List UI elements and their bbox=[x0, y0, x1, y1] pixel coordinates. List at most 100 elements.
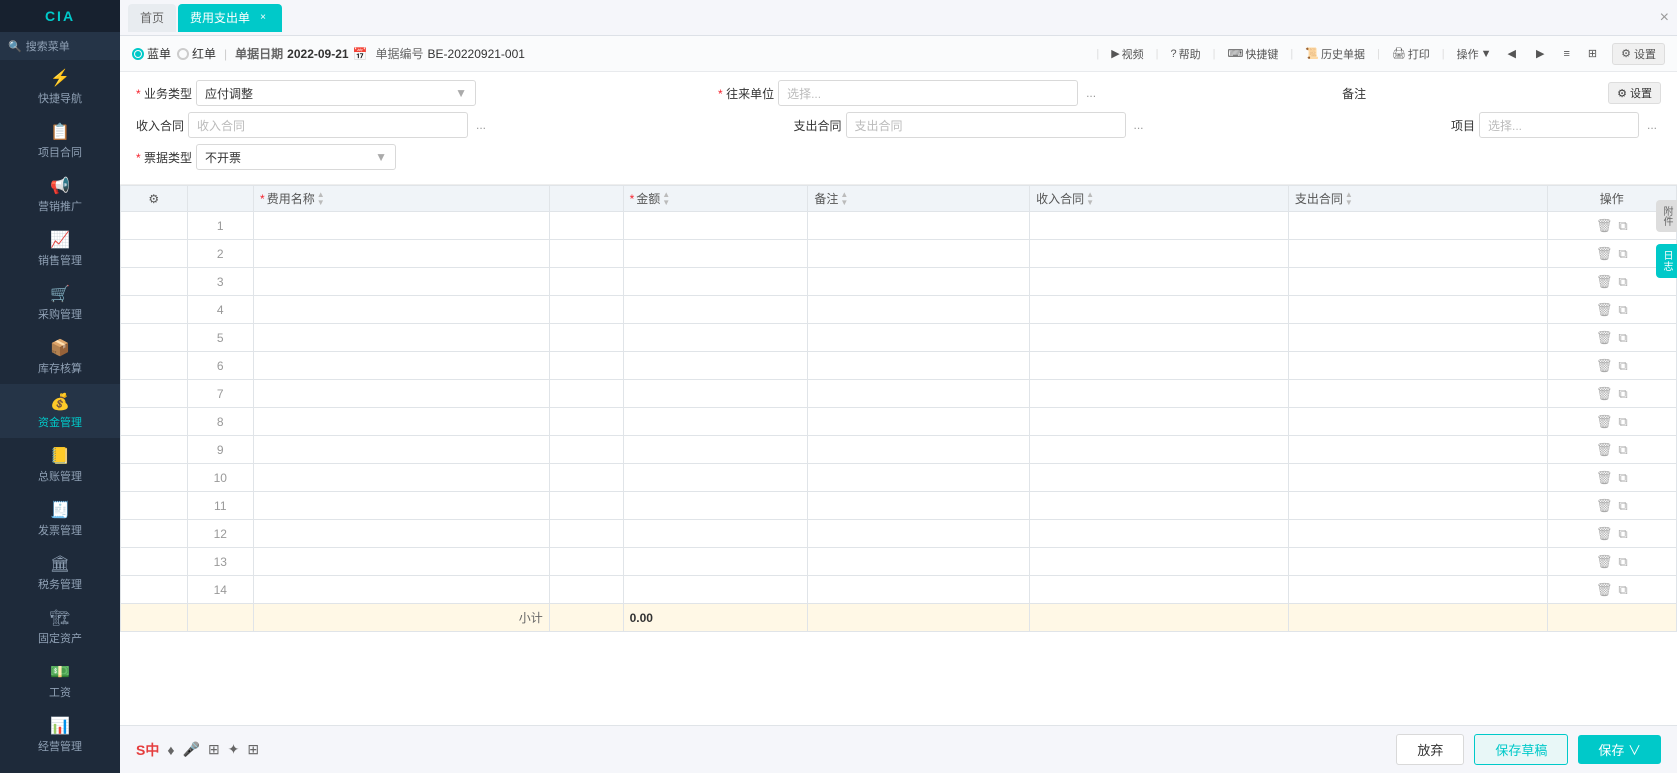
row-name-7[interactable] bbox=[254, 380, 550, 408]
action-video[interactable]: ▶ 视频 bbox=[1111, 46, 1143, 62]
row-copy-12[interactable]: ⧉ bbox=[1618, 526, 1627, 542]
row-name-4[interactable] bbox=[254, 296, 550, 324]
row-expense-11[interactable] bbox=[1288, 492, 1547, 520]
row-note-13[interactable] bbox=[808, 548, 1030, 576]
row-income-6[interactable] bbox=[1030, 352, 1289, 380]
row-income-13[interactable] bbox=[1030, 548, 1289, 576]
counterpart-select[interactable]: 选择... bbox=[778, 80, 1078, 106]
row-copy-8[interactable]: ⧉ bbox=[1618, 414, 1627, 430]
project-ellipsis[interactable]: ... bbox=[1643, 118, 1661, 132]
row-name-13[interactable] bbox=[254, 548, 550, 576]
sidebar-item-base-info[interactable]: ℹ 基础信息 bbox=[0, 762, 120, 773]
bottom-icon-diamond[interactable]: ♦ bbox=[167, 742, 174, 758]
row-amount-4[interactable] bbox=[623, 296, 808, 324]
row-copy-6[interactable]: ⧉ bbox=[1618, 358, 1627, 374]
row-income-11[interactable] bbox=[1030, 492, 1289, 520]
expense-contract-ellipsis[interactable]: ... bbox=[1130, 118, 1148, 132]
row-income-10[interactable] bbox=[1030, 464, 1289, 492]
row-name-8[interactable] bbox=[254, 408, 550, 436]
discard-button[interactable]: 放弃 bbox=[1396, 734, 1464, 765]
row-amount-9[interactable] bbox=[623, 436, 808, 464]
amount-sort[interactable]: ▲▼ bbox=[662, 191, 670, 207]
row-income-14[interactable] bbox=[1030, 576, 1289, 604]
nav-prev-btn[interactable]: ◀ bbox=[1504, 47, 1520, 60]
row-copy-14[interactable]: ⧉ bbox=[1618, 582, 1627, 598]
nav-next-btn[interactable]: ▶ bbox=[1532, 47, 1548, 60]
row-note-5[interactable] bbox=[808, 324, 1030, 352]
sidebar-item-ledger[interactable]: 📒 总账管理 bbox=[0, 438, 120, 492]
row-name-12[interactable] bbox=[254, 520, 550, 548]
radio-blue[interactable]: 蓝单 bbox=[132, 45, 171, 62]
bottom-icon-apps[interactable]: ⊞ bbox=[247, 741, 259, 758]
row-copy-5[interactable]: ⧉ bbox=[1618, 330, 1627, 346]
sidebar-item-purchase[interactable]: 🛒 采购管理 bbox=[0, 276, 120, 330]
row-delete-3[interactable]: 🗑 bbox=[1596, 274, 1613, 290]
row-copy-2[interactable]: ⧉ bbox=[1618, 246, 1627, 262]
row-name-5[interactable] bbox=[254, 324, 550, 352]
action-print[interactable]: 🖨 打印 bbox=[1392, 46, 1430, 62]
settings-button[interactable]: ⚙ 设置 bbox=[1612, 43, 1665, 65]
row-amount-10[interactable] bbox=[623, 464, 808, 492]
row-name-3[interactable] bbox=[254, 268, 550, 296]
row-income-9[interactable] bbox=[1030, 436, 1289, 464]
row-amount-1[interactable] bbox=[623, 212, 808, 240]
row-expense-4[interactable] bbox=[1288, 296, 1547, 324]
action-shortcut[interactable]: ⌨ 快捷键 bbox=[1228, 46, 1279, 62]
bottom-icon-mic[interactable]: 🎤 bbox=[183, 741, 200, 758]
note-sort[interactable]: ▲▼ bbox=[840, 191, 848, 207]
row-amount-11[interactable] bbox=[623, 492, 808, 520]
sidebar-item-sales[interactable]: 📈 销售管理 bbox=[0, 222, 120, 276]
income-sort[interactable]: ▲▼ bbox=[1086, 191, 1094, 207]
row-copy-3[interactable]: ⧉ bbox=[1618, 274, 1627, 290]
row-income-3[interactable] bbox=[1030, 268, 1289, 296]
name-sort[interactable]: ▲▼ bbox=[317, 191, 325, 207]
row-delete-5[interactable]: 🗑 bbox=[1596, 330, 1613, 346]
bottom-icon-s[interactable]: S中 bbox=[136, 740, 159, 760]
row-copy-11[interactable]: ⧉ bbox=[1618, 498, 1627, 514]
tab-home[interactable]: 首页 bbox=[128, 4, 176, 32]
row-expense-8[interactable] bbox=[1288, 408, 1547, 436]
row-note-4[interactable] bbox=[808, 296, 1030, 324]
sidebar-search[interactable]: 🔍 搜索菜单 bbox=[0, 32, 120, 60]
row-name-11[interactable] bbox=[254, 492, 550, 520]
row-note-3[interactable] bbox=[808, 268, 1030, 296]
row-copy-4[interactable]: ⧉ bbox=[1618, 302, 1627, 318]
expense-contract-select[interactable]: 支出合同 bbox=[846, 112, 1126, 138]
bottom-icon-grid[interactable]: ⊞ bbox=[208, 741, 220, 758]
row-income-8[interactable] bbox=[1030, 408, 1289, 436]
form-settings-button[interactable]: ⚙ 设置 bbox=[1608, 82, 1661, 104]
bottom-icon-star[interactable]: ✦ bbox=[228, 741, 240, 758]
row-note-14[interactable] bbox=[808, 576, 1030, 604]
action-help[interactable]: ? 帮助 bbox=[1171, 46, 1201, 62]
view-list-icon[interactable]: ≡ bbox=[1560, 48, 1572, 60]
row-name-6[interactable] bbox=[254, 352, 550, 380]
row-delete-14[interactable]: 🗑 bbox=[1596, 582, 1613, 598]
sidebar-item-invoice[interactable]: 🧾 发票管理 bbox=[0, 492, 120, 546]
row-expense-13[interactable] bbox=[1288, 548, 1547, 576]
row-amount-2[interactable] bbox=[623, 240, 808, 268]
tab-expense-close[interactable]: × bbox=[256, 11, 270, 25]
row-note-10[interactable] bbox=[808, 464, 1030, 492]
row-income-4[interactable] bbox=[1030, 296, 1289, 324]
th-gear[interactable]: ⚙ bbox=[121, 186, 188, 212]
row-amount-3[interactable] bbox=[623, 268, 808, 296]
income-contract-select[interactable]: 收入合同 bbox=[188, 112, 468, 138]
row-delete-2[interactable]: 🗑 bbox=[1596, 246, 1613, 262]
row-amount-5[interactable] bbox=[623, 324, 808, 352]
row-expense-12[interactable] bbox=[1288, 520, 1547, 548]
row-delete-11[interactable]: 🗑 bbox=[1596, 498, 1613, 514]
row-name-1[interactable] bbox=[254, 212, 550, 240]
action-operate[interactable]: 操作 ▼ bbox=[1457, 46, 1492, 62]
row-delete-13[interactable]: 🗑 bbox=[1596, 554, 1613, 570]
row-copy-10[interactable]: ⧉ bbox=[1618, 470, 1627, 486]
row-delete-10[interactable]: 🗑 bbox=[1596, 470, 1613, 486]
row-note-6[interactable] bbox=[808, 352, 1030, 380]
sidebar-item-marketing[interactable]: 📢 营销推广 bbox=[0, 168, 120, 222]
sidebar-item-project[interactable]: 📋 项目合同 bbox=[0, 114, 120, 168]
sidebar-item-capital[interactable]: 💰 资金管理 bbox=[0, 384, 120, 438]
calendar-icon[interactable]: 📅 bbox=[353, 47, 368, 61]
row-delete-9[interactable]: 🗑 bbox=[1596, 442, 1613, 458]
tab-expense[interactable]: 费用支出单 × bbox=[178, 4, 282, 32]
bill-type-select[interactable]: 不开票 ▼ bbox=[196, 144, 396, 170]
business-type-select[interactable]: 应付调整 ▼ bbox=[196, 80, 476, 106]
